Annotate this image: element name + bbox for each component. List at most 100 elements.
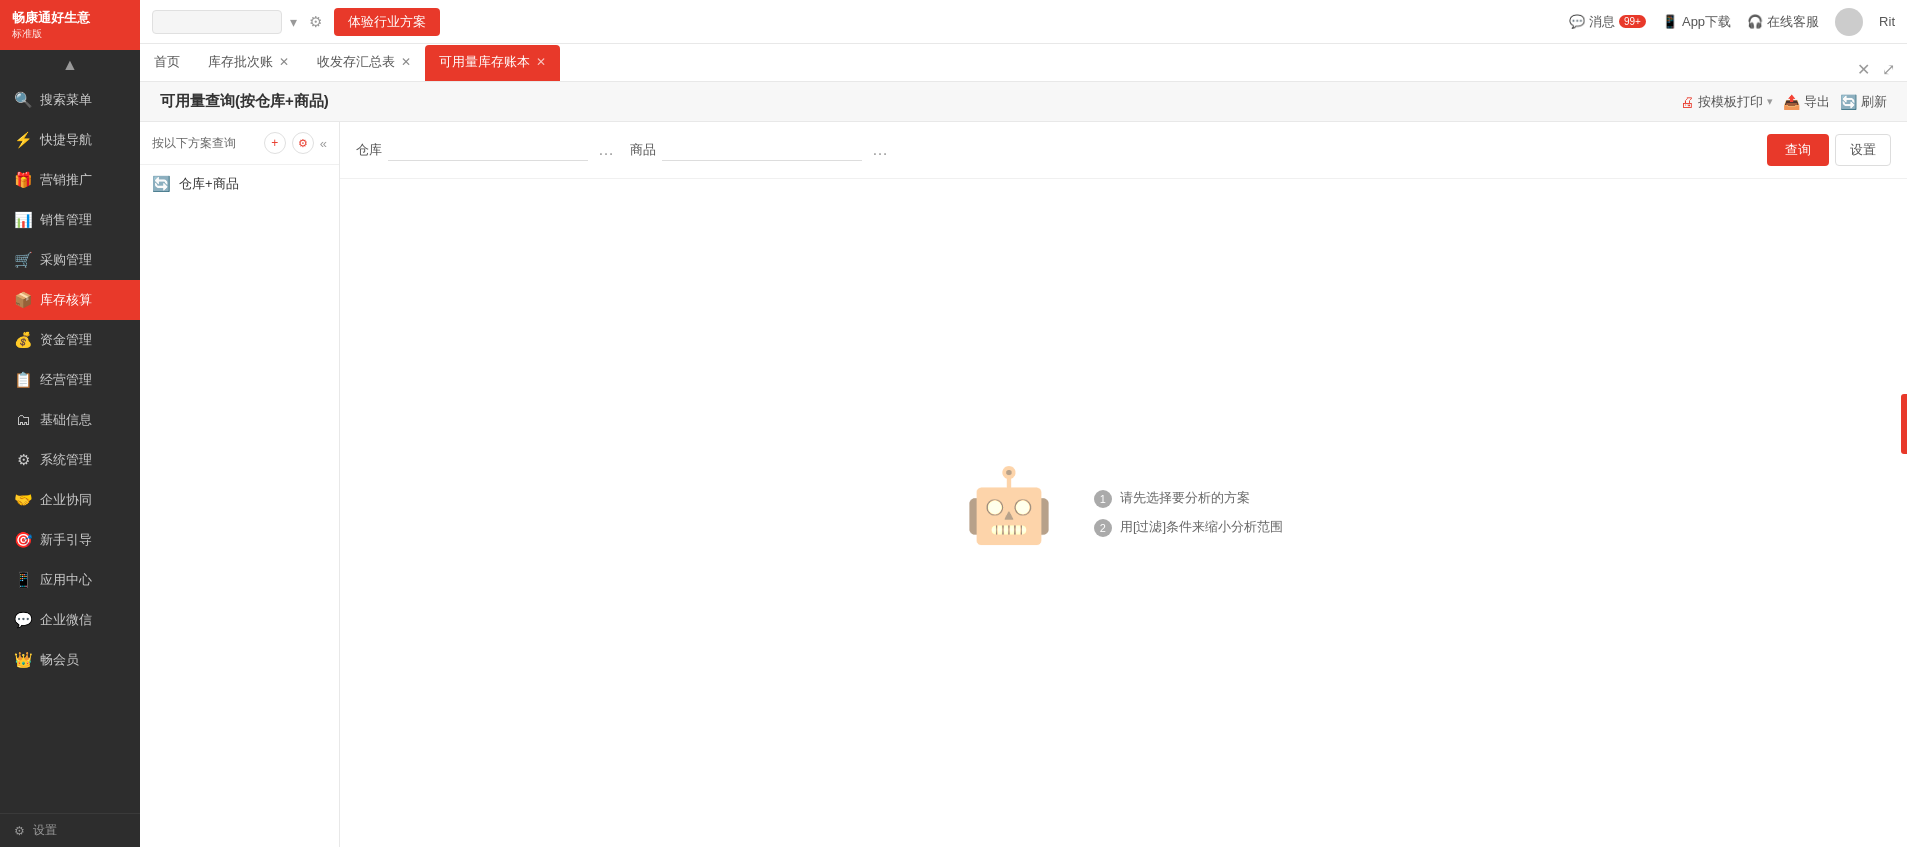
page-header: 可用量查询(按仓库+商品) 🖨 按模板打印 ▾ 📤 导出 🔄 刷新 bbox=[140, 82, 1907, 122]
sidebar-scroll-up[interactable]: ▲ bbox=[0, 50, 140, 80]
sidebar-icon-purchase: 🛒 bbox=[14, 251, 32, 269]
sidebar-label-marketing: 营销推广 bbox=[40, 171, 92, 189]
tip-number-1: 1 bbox=[1094, 490, 1112, 508]
tab-close-deposit-summary[interactable]: ✕ bbox=[401, 55, 411, 69]
sidebar-logo: 畅康通好生意 标准版 bbox=[0, 0, 140, 50]
collapse-panel-btn[interactable]: « bbox=[320, 136, 327, 151]
sidebar-item-newbie[interactable]: 🎯新手引导 bbox=[0, 520, 140, 560]
headset-icon: 🎧 bbox=[1747, 14, 1763, 29]
expand-btn[interactable]: ⤢ bbox=[1878, 58, 1899, 81]
app-download-label: App下载 bbox=[1682, 13, 1731, 31]
sidebar-label-newbie: 新手引导 bbox=[40, 531, 92, 549]
tab-deposit-summary[interactable]: 收发存汇总表✕ bbox=[303, 45, 425, 81]
print-btn[interactable]: 🖨 按模板打印 ▾ bbox=[1680, 93, 1773, 111]
empty-tip-2: 2 用[过滤]条件来缩小分析范围 bbox=[1094, 518, 1283, 537]
query-btn[interactable]: 查询 bbox=[1767, 134, 1829, 166]
empty-state: 🤖 1 请先选择要分析的方案 2 用[过滤]条件来缩小分析范围 bbox=[340, 179, 1907, 847]
export-label: 导出 bbox=[1804, 93, 1830, 111]
sidebar-item-shortcut[interactable]: ⚡快捷导航 bbox=[0, 120, 140, 160]
sidebar-item-vip[interactable]: 👑畅会员 bbox=[0, 640, 140, 680]
sidebar-item-operation[interactable]: 📋经营管理 bbox=[0, 360, 140, 400]
product-filter: 商品 … bbox=[630, 139, 892, 161]
message-label: 消息 bbox=[1589, 13, 1615, 31]
filter-row: 仓库 … 商品 … 查询 设置 bbox=[340, 122, 1907, 179]
sidebar-label-shortcut: 快捷导航 bbox=[40, 131, 92, 149]
app-icon: 📱 bbox=[1662, 14, 1678, 29]
product-input[interactable] bbox=[662, 139, 862, 161]
sidebar-bottom[interactable]: ⚙ 设置 bbox=[0, 813, 140, 847]
warehouse-input[interactable] bbox=[388, 139, 588, 161]
page-header-actions: 🖨 按模板打印 ▾ 📤 导出 🔄 刷新 bbox=[1680, 93, 1887, 111]
trial-btn[interactable]: 体验行业方案 bbox=[334, 8, 440, 36]
content-area: 按以下方案查询 + ⚙ « 🔄 仓库+商品 仓库 … bbox=[140, 122, 1907, 847]
sidebar-item-wxenterprise[interactable]: 💬企业微信 bbox=[0, 600, 140, 640]
print-icon: 🖨 bbox=[1680, 94, 1694, 110]
product-more-btn[interactable]: … bbox=[868, 141, 892, 159]
close-tab-btn[interactable]: ✕ bbox=[1853, 58, 1874, 81]
tab-close-batch-account[interactable]: ✕ bbox=[279, 55, 289, 69]
sidebar-item-search[interactable]: 🔍搜索菜单 bbox=[0, 80, 140, 120]
tab-label-batch-account: 库存批次账 bbox=[208, 53, 273, 71]
sidebar-label-basic: 基础信息 bbox=[40, 411, 92, 429]
tab-label-available-stock: 可用量库存账本 bbox=[439, 53, 530, 71]
sidebar-icon-wxenterprise: 💬 bbox=[14, 611, 32, 629]
topbar-gear-icon[interactable]: ⚙ bbox=[309, 13, 322, 31]
scheme-label: 仓库+商品 bbox=[179, 175, 239, 193]
refresh-btn[interactable]: 🔄 刷新 bbox=[1840, 93, 1887, 111]
sidebar-label-purchase: 采购管理 bbox=[40, 251, 92, 269]
settings-scheme-btn[interactable]: ⚙ bbox=[292, 132, 314, 154]
scheme-item-warehouse-product[interactable]: 🔄 仓库+商品 bbox=[140, 165, 339, 203]
warehouse-more-btn[interactable]: … bbox=[594, 141, 618, 159]
sidebar-item-sales[interactable]: 📊销售管理 bbox=[0, 200, 140, 240]
sidebar-icon-sales: 📊 bbox=[14, 211, 32, 229]
avatar[interactable] bbox=[1835, 8, 1863, 36]
sidebar-icon-appstore: 📱 bbox=[14, 571, 32, 589]
settings-icon: ⚙ bbox=[14, 824, 25, 838]
refresh-icon: 🔄 bbox=[1840, 94, 1857, 110]
left-panel-header: 按以下方案查询 + ⚙ « bbox=[140, 122, 339, 165]
logo-line2: 标准版 bbox=[12, 27, 128, 40]
sidebar-item-system[interactable]: ⚙系统管理 bbox=[0, 440, 140, 480]
message-icon: 💬 bbox=[1569, 14, 1585, 29]
tab-home[interactable]: 首页 bbox=[140, 45, 194, 81]
add-scheme-btn[interactable]: + bbox=[264, 132, 286, 154]
sidebar-label-finance: 资金管理 bbox=[40, 331, 92, 349]
print-dropdown-icon[interactable]: ▾ bbox=[1767, 95, 1773, 108]
empty-tips: 1 请先选择要分析的方案 2 用[过滤]条件来缩小分析范围 bbox=[1094, 489, 1283, 537]
sidebar-item-marketing[interactable]: 🎁营销推广 bbox=[0, 160, 140, 200]
export-icon: 📤 bbox=[1783, 94, 1800, 110]
sidebar-item-enterprise[interactable]: 🤝企业协同 bbox=[0, 480, 140, 520]
sidebar-item-purchase[interactable]: 🛒 采购管理 bbox=[0, 240, 140, 280]
message-btn[interactable]: 💬 消息 99+ bbox=[1569, 13, 1646, 31]
sidebar-icon-finance: 💰 bbox=[14, 331, 32, 349]
sidebar-label-vip: 畅会员 bbox=[40, 651, 79, 669]
sidebar-label-appstore: 应用中心 bbox=[40, 571, 92, 589]
app-download-btn[interactable]: 📱 App下载 bbox=[1662, 13, 1731, 31]
sidebar-bottom-label: 设置 bbox=[33, 822, 57, 839]
tab-batch-account[interactable]: 库存批次账 ✕ bbox=[194, 45, 303, 81]
export-btn[interactable]: 📤 导出 bbox=[1783, 93, 1830, 111]
tab-available-stock[interactable]: 可用量库存账本 ✕ bbox=[425, 45, 560, 81]
empty-illustration: 🤖 bbox=[964, 463, 1064, 563]
tip-text-2: 用[过滤]条件来缩小分析范围 bbox=[1120, 518, 1283, 536]
topbar-search-input[interactable] bbox=[152, 10, 282, 34]
left-panel: 按以下方案查询 + ⚙ « 🔄 仓库+商品 bbox=[140, 122, 340, 847]
empty-tip-1: 1 请先选择要分析的方案 bbox=[1094, 489, 1283, 508]
tab-close-available-stock[interactable]: ✕ bbox=[536, 55, 546, 69]
page-title: 可用量查询(按仓库+商品) bbox=[160, 92, 329, 111]
online-service-label: 在线客服 bbox=[1767, 13, 1819, 31]
sidebar-scroll: ▲ 🔍搜索菜单⚡快捷导航🎁营销推广📊销售管理 🛒 采购管理 📦库存核算 💰 资金管理 📋经营… bbox=[0, 50, 140, 813]
sidebar-item-basic[interactable]: 🗂基础信息 bbox=[0, 400, 140, 440]
sidebar-item-finance[interactable]: 💰 资金管理 bbox=[0, 320, 140, 360]
left-panel-actions: + ⚙ « bbox=[264, 132, 327, 154]
sidebar-item-appstore[interactable]: 📱 应用中心 bbox=[0, 560, 140, 600]
topbar-dropdown-icon[interactable]: ▾ bbox=[290, 14, 297, 30]
tip-text-1: 请先选择要分析的方案 bbox=[1120, 489, 1250, 507]
product-label: 商品 bbox=[630, 141, 656, 159]
sidebar-item-inventory[interactable]: 📦库存核算 bbox=[0, 280, 140, 320]
online-service-btn[interactable]: 🎧 在线客服 bbox=[1747, 13, 1819, 31]
sidebar-icon-system: ⚙ bbox=[14, 451, 32, 469]
settings-btn[interactable]: 设置 bbox=[1835, 134, 1891, 166]
right-panel: 仓库 … 商品 … 查询 设置 🤖 bbox=[340, 122, 1907, 847]
sidebar-label-operation: 经营管理 bbox=[40, 371, 92, 389]
